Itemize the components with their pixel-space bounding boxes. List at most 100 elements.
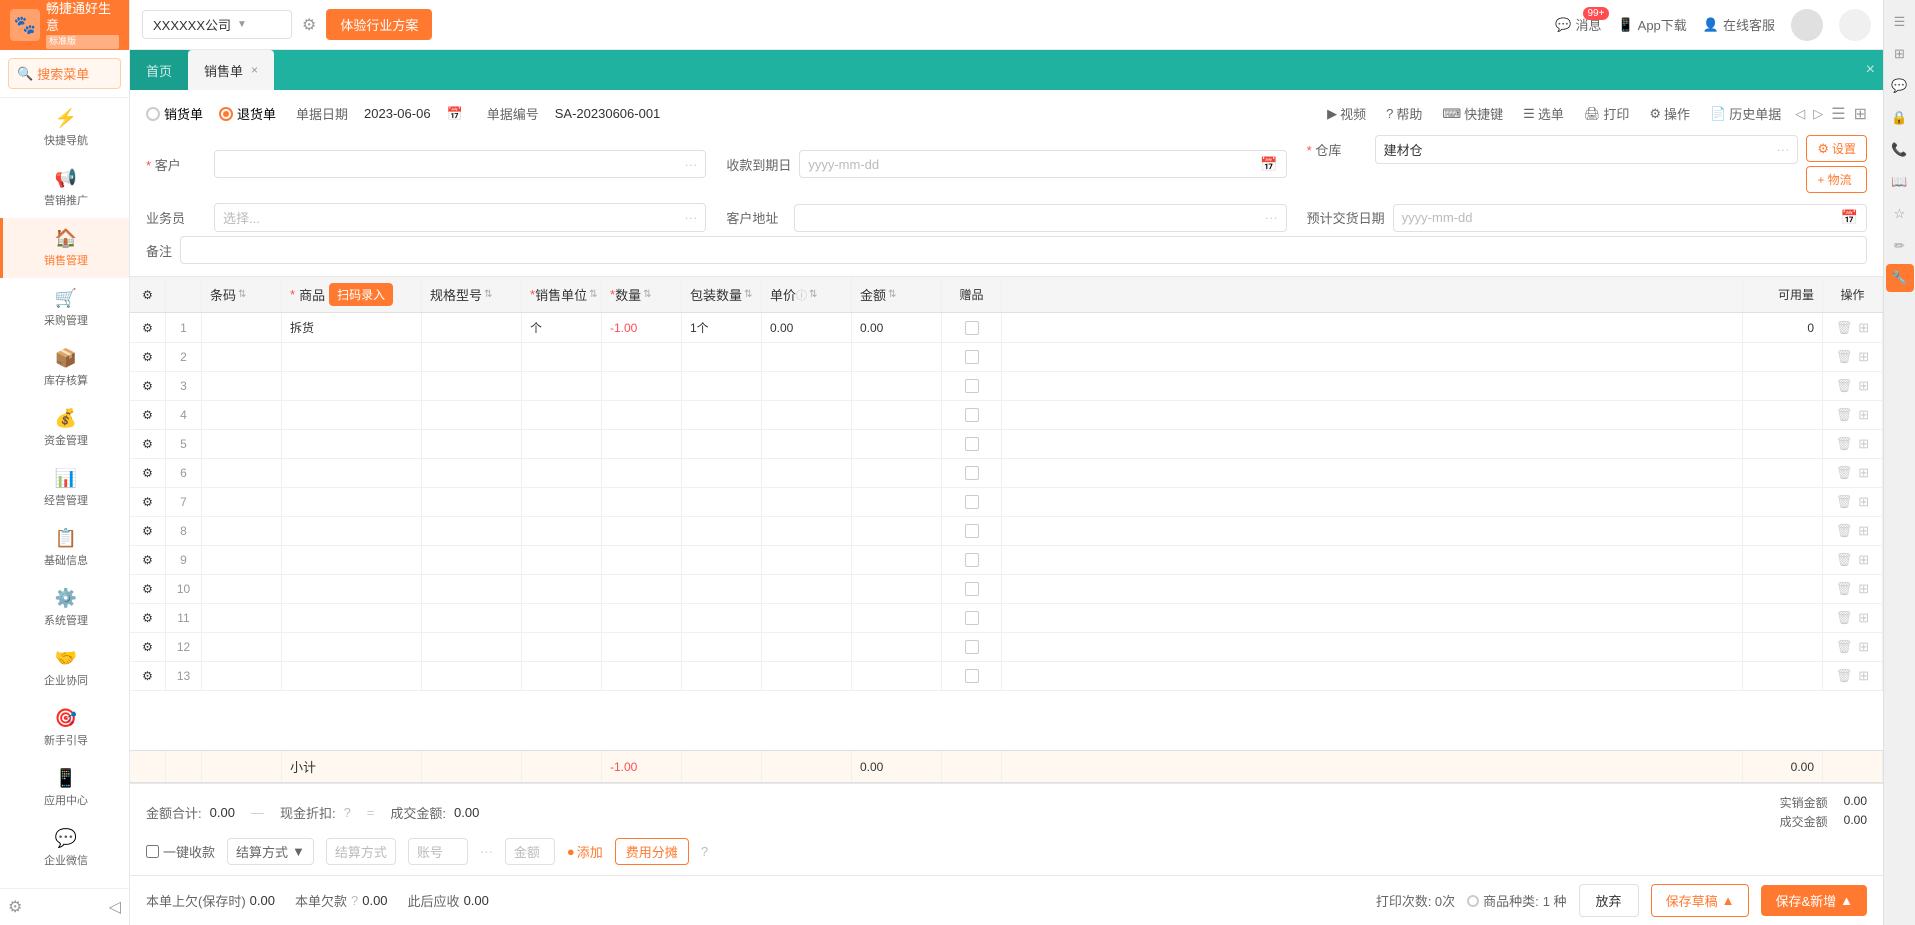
message-button[interactable]: 💬 消息 99+ — [1555, 15, 1601, 34]
row-settings-icon[interactable]: ⚙ — [130, 401, 166, 429]
row-unit[interactable] — [522, 372, 602, 400]
row-delete-icon[interactable]: 🗑 — [1836, 581, 1853, 597]
view-list-icon[interactable]: ☰ — [1831, 104, 1845, 124]
row-gift[interactable] — [942, 343, 1002, 371]
row-gift[interactable] — [942, 401, 1002, 429]
tab-sales-order[interactable]: 销售单 × — [188, 50, 274, 90]
row-product[interactable] — [282, 517, 422, 545]
row-copy-icon[interactable]: ⊞ — [1858, 465, 1869, 481]
nav-next-icon[interactable]: ▷ — [1813, 106, 1823, 122]
row-unit[interactable] — [522, 459, 602, 487]
row-spec[interactable] — [422, 488, 522, 516]
row-unit[interactable] — [522, 633, 602, 661]
expense-split-button[interactable]: 费用分摊 — [615, 838, 689, 865]
row-gift[interactable] — [942, 546, 1002, 574]
row-copy-icon[interactable]: ⊞ — [1858, 552, 1869, 568]
row-price[interactable] — [762, 546, 852, 574]
row-qty[interactable] — [602, 430, 682, 458]
row-remark[interactable] — [1002, 459, 1743, 487]
row-gift[interactable] — [942, 633, 1002, 661]
customer-addr-input[interactable]: ··· — [794, 204, 1286, 232]
shortcut-btn[interactable]: ⌨ 快捷键 — [1436, 102, 1509, 125]
row-remark[interactable] — [1002, 575, 1743, 603]
row-pkg-qty[interactable] — [682, 662, 762, 690]
row-gift[interactable] — [942, 604, 1002, 632]
account-input[interactable]: 账号 — [408, 838, 468, 865]
row-settings-icon[interactable]: ⚙ — [130, 633, 166, 661]
sidebar-item-wechat[interactable]: 💬 企业微信 — [0, 818, 129, 878]
row-price[interactable] — [762, 372, 852, 400]
row-qty[interactable]: -1.00 — [602, 313, 682, 342]
row-price[interactable] — [762, 488, 852, 516]
row-settings-icon[interactable]: ⚙ — [130, 604, 166, 632]
operate-btn[interactable]: ⚙ 操作 — [1643, 102, 1696, 125]
row-pkg-qty[interactable] — [682, 633, 762, 661]
row-amount[interactable] — [852, 517, 942, 545]
row-amount[interactable] — [852, 343, 942, 371]
row-qty[interactable] — [602, 372, 682, 400]
row-barcode[interactable] — [202, 401, 282, 429]
row-delete-icon[interactable]: 🗑 — [1836, 639, 1853, 655]
warehouse-input[interactable]: 建材仓 ··· — [1375, 135, 1799, 164]
row-delete-icon[interactable]: 🗑 — [1836, 552, 1853, 568]
row-qty[interactable] — [602, 662, 682, 690]
customer-input[interactable]: ··· — [214, 150, 706, 178]
sidebar-item-finance[interactable]: 💰 资金管理 — [0, 398, 129, 458]
row-delete-icon[interactable]: 🗑 — [1836, 436, 1853, 452]
row-product[interactable] — [282, 459, 422, 487]
row-qty[interactable] — [602, 604, 682, 632]
row-gift[interactable] — [942, 488, 1002, 516]
row-barcode[interactable] — [202, 546, 282, 574]
row-delete-icon[interactable]: 🗑 — [1836, 378, 1853, 394]
row-price[interactable] — [762, 517, 852, 545]
sidebar-item-guide[interactable]: 🎯 新手引导 — [0, 698, 129, 758]
row-qty[interactable] — [602, 575, 682, 603]
app-download-button[interactable]: 📱 App下载 — [1617, 15, 1686, 34]
radio-return-order[interactable]: 退货单 — [219, 104, 276, 123]
search-menu-button[interactable]: 🔍 搜索菜单 — [8, 58, 121, 89]
logistics-button[interactable]: + 物流 — [1806, 166, 1867, 193]
sidebar-item-sales[interactable]: 🏠 销售管理 — [0, 218, 129, 278]
row-remark[interactable] — [1002, 517, 1743, 545]
note-input[interactable] — [180, 236, 1867, 264]
sidebar-item-inventory[interactable]: 📦 库存核算 — [0, 338, 129, 398]
row-spec[interactable] — [422, 546, 522, 574]
row-delete-icon[interactable]: 🗑 — [1836, 523, 1853, 539]
video-btn[interactable]: ▶ 视频 — [1321, 102, 1372, 125]
row-qty[interactable] — [602, 401, 682, 429]
sidebar-item-marketing[interactable]: 📢 营销推广 — [0, 158, 129, 218]
company-selector[interactable]: XXXXXX公司 ▼ — [142, 10, 292, 39]
print-btn[interactable]: 🖨 打印 — [1578, 102, 1636, 125]
row-product[interactable]: 拆货 — [282, 313, 422, 342]
add-payment-button[interactable]: ● 添加 — [567, 842, 603, 861]
trial-button[interactable]: 体验行业方案 — [326, 9, 432, 40]
row-delete-icon[interactable]: 🗑 — [1836, 407, 1853, 423]
row-barcode[interactable] — [202, 488, 282, 516]
row-amount[interactable] — [852, 401, 942, 429]
row-gift[interactable] — [942, 662, 1002, 690]
row-barcode[interactable] — [202, 633, 282, 661]
right-tool-star[interactable]: ☆ — [1886, 200, 1914, 228]
row-product[interactable] — [282, 488, 422, 516]
row-pkg-qty[interactable] — [682, 372, 762, 400]
row-price[interactable] — [762, 604, 852, 632]
payment-method-select[interactable]: 结算方式 ▼ — [227, 838, 314, 865]
row-qty[interactable] — [602, 546, 682, 574]
row-settings-icon[interactable]: ⚙ — [130, 488, 166, 516]
row-amount[interactable] — [852, 488, 942, 516]
row-settings-icon[interactable]: ⚙ — [130, 662, 166, 690]
row-settings-icon[interactable]: ⚙ — [130, 430, 166, 458]
row-price[interactable] — [762, 459, 852, 487]
row-product[interactable] — [282, 343, 422, 371]
row-product[interactable] — [282, 633, 422, 661]
save-draft-dropdown-icon[interactable]: ▲ — [1722, 893, 1735, 908]
row-copy-icon[interactable]: ⊞ — [1858, 639, 1869, 655]
right-tool-phone[interactable]: 📞 — [1886, 136, 1914, 164]
row-price[interactable] — [762, 575, 852, 603]
save-draft-button[interactable]: 保存草稿 ▲ — [1651, 884, 1750, 917]
row-unit[interactable] — [522, 488, 602, 516]
row-qty[interactable] — [602, 343, 682, 371]
row-settings-icon[interactable]: ⚙ — [130, 546, 166, 574]
row-copy-icon[interactable]: ⊞ — [1858, 523, 1869, 539]
row-spec[interactable] — [422, 401, 522, 429]
